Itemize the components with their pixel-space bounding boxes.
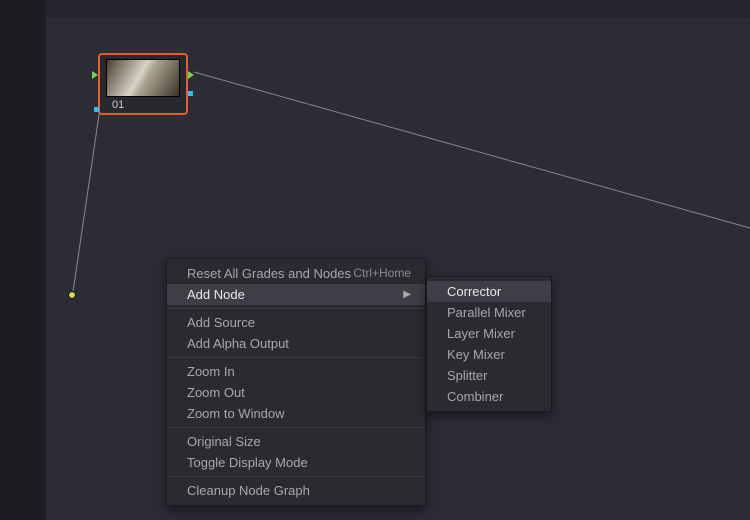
- menu-item-label: Add Node: [187, 286, 245, 303]
- menu-item-label: Add Alpha Output: [187, 335, 289, 352]
- menu-item-label: Original Size: [187, 433, 261, 450]
- menu-zoom-in[interactable]: Zoom In: [167, 361, 425, 382]
- menu-toggle-display-mode[interactable]: Toggle Display Mode: [167, 452, 425, 473]
- menu-item-label: Key Mixer: [447, 346, 505, 363]
- node-key-out-handle[interactable]: [188, 91, 193, 96]
- node-label: 01: [112, 99, 124, 111]
- menu-zoom-out[interactable]: Zoom Out: [167, 382, 425, 403]
- menu-item-label: Cleanup Node Graph: [187, 482, 310, 499]
- submenu-corrector[interactable]: Corrector: [427, 281, 551, 302]
- menu-add-source[interactable]: Add Source: [167, 312, 425, 333]
- menu-item-label: Zoom In: [187, 363, 235, 380]
- menu-add-alpha-output[interactable]: Add Alpha Output: [167, 333, 425, 354]
- left-panel: [0, 0, 46, 520]
- node-output-handle[interactable]: [188, 71, 194, 77]
- menu-item-label: Corrector: [447, 283, 501, 300]
- menu-separator: [167, 308, 425, 309]
- source-port[interactable]: [68, 291, 76, 299]
- menu-item-label: Splitter: [447, 367, 487, 384]
- submenu-combiner[interactable]: Combiner: [427, 386, 551, 407]
- menu-item-label: Combiner: [447, 388, 503, 405]
- menu-separator: [167, 476, 425, 477]
- canvas-top-strip: [46, 0, 750, 18]
- menu-zoom-window[interactable]: Zoom to Window: [167, 403, 425, 424]
- menu-reset-all[interactable]: Reset All Grades and Nodes Ctrl+Home: [167, 263, 425, 284]
- submenu-arrow-icon: ▶: [403, 286, 411, 303]
- menu-separator: [167, 427, 425, 428]
- menu-cleanup-node-graph[interactable]: Cleanup Node Graph: [167, 480, 425, 501]
- node-01[interactable]: 01: [98, 53, 188, 115]
- menu-original-size[interactable]: Original Size: [167, 431, 425, 452]
- menu-item-label: Toggle Display Mode: [187, 454, 308, 471]
- context-submenu-add-node[interactable]: Corrector Parallel Mixer Layer Mixer Key…: [426, 276, 552, 412]
- menu-item-shortcut: Ctrl+Home: [353, 265, 411, 282]
- submenu-layer-mixer[interactable]: Layer Mixer: [427, 323, 551, 344]
- node-key-in-handle[interactable]: [94, 107, 99, 112]
- menu-separator: [167, 357, 425, 358]
- menu-item-label: Zoom Out: [187, 384, 245, 401]
- submenu-splitter[interactable]: Splitter: [427, 365, 551, 386]
- submenu-parallel-mixer[interactable]: Parallel Mixer: [427, 302, 551, 323]
- menu-item-label: Parallel Mixer: [447, 304, 526, 321]
- menu-add-node[interactable]: Add Node ▶: [167, 284, 425, 305]
- submenu-key-mixer[interactable]: Key Mixer: [427, 344, 551, 365]
- node-thumbnail: [106, 59, 180, 97]
- menu-item-label: Reset All Grades and Nodes: [187, 265, 351, 282]
- context-menu[interactable]: Reset All Grades and Nodes Ctrl+Home Add…: [166, 258, 426, 506]
- menu-item-label: Zoom to Window: [187, 405, 285, 422]
- node-input-handle[interactable]: [92, 71, 98, 77]
- node-graph-canvas[interactable]: 01 Reset All Grades and Nodes Ctrl+Home …: [46, 0, 750, 520]
- menu-item-label: Layer Mixer: [447, 325, 515, 342]
- menu-item-label: Add Source: [187, 314, 255, 331]
